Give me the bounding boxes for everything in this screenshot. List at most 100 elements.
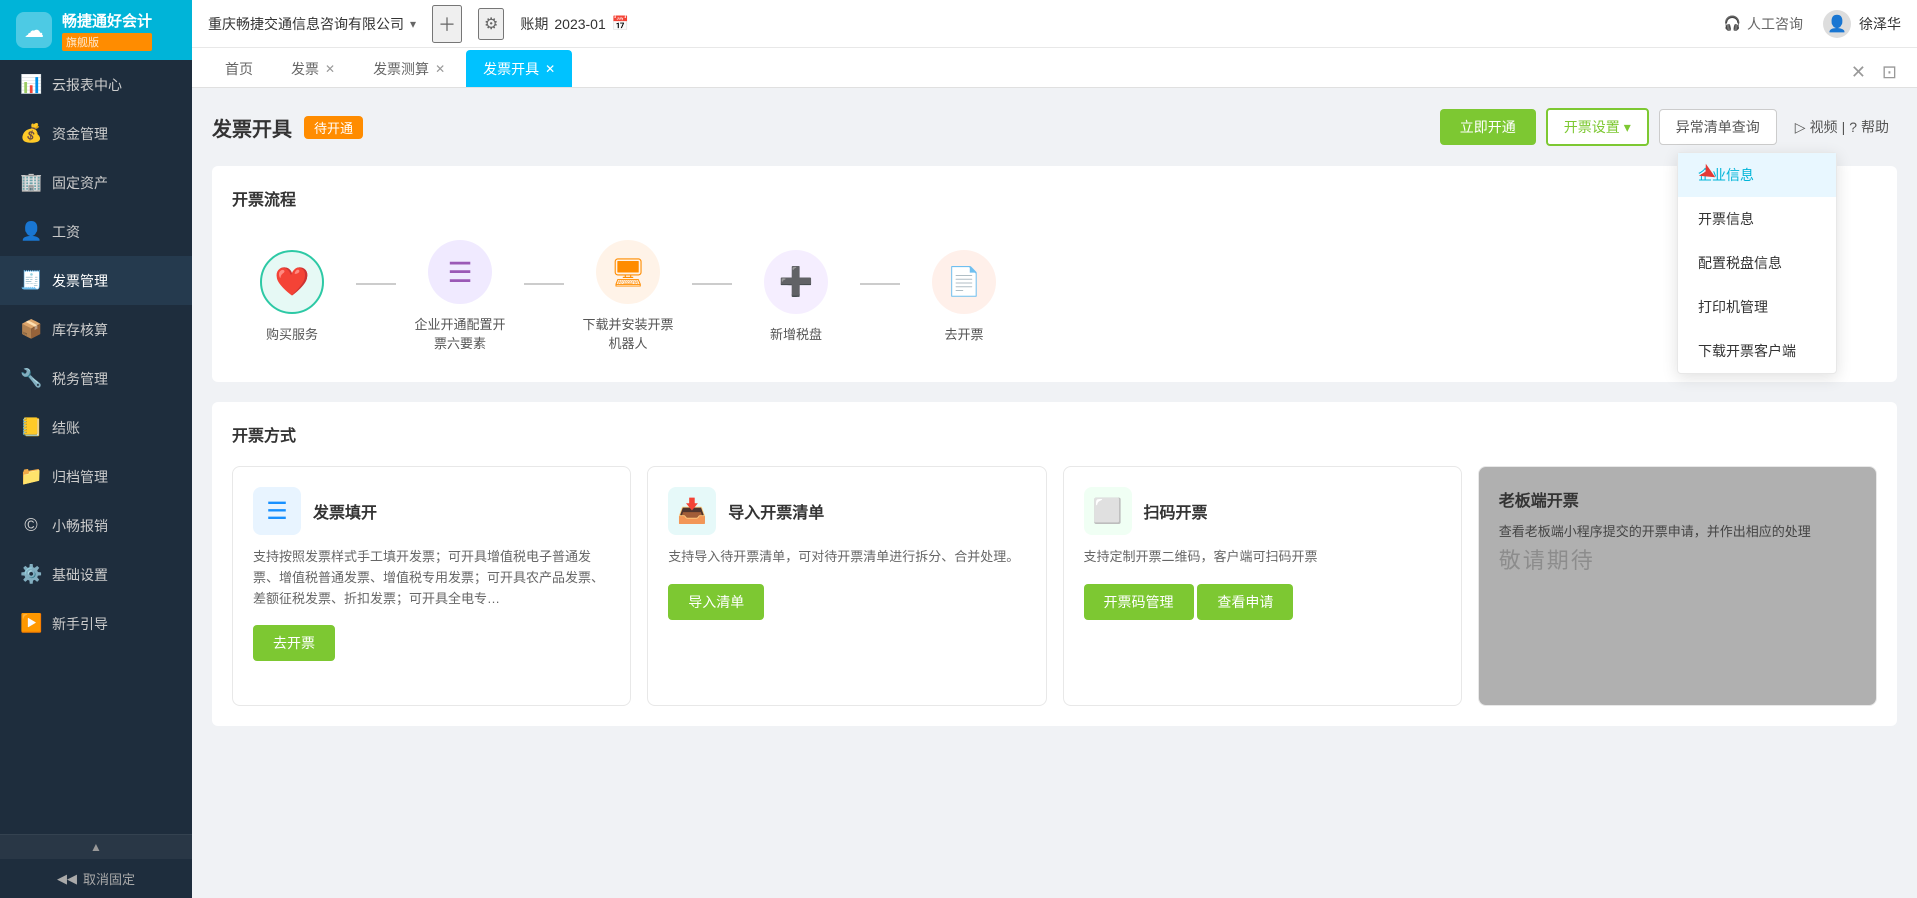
- sidebar-item-icon: 📦: [20, 319, 42, 340]
- step-icon: 🖥: [596, 240, 660, 304]
- payment-card-1: 📥 导入开票清单 支持导入待开票清单，可对待开票清单进行拆分、合并处理。 导入清…: [647, 466, 1046, 706]
- page-actions: 立即开通 开票设置 ▾ 异常清单查询 ▷ 视频 | ? 帮助: [1440, 108, 1897, 146]
- company-selector[interactable]: 重庆畅捷交通信息咨询有限公司 ▾: [208, 14, 416, 34]
- video-button[interactable]: ▷ 视频 | ? 帮助: [1787, 110, 1897, 144]
- sidebar-item-工资[interactable]: 👤 工资: [0, 207, 192, 256]
- user-name: 徐泽华: [1859, 14, 1901, 34]
- tab-close-icon[interactable]: ✕: [545, 62, 555, 76]
- page-content: 发票开具 待开通 立即开通 开票设置 ▾ 异常清单查询 ▷ 视频 | ?: [192, 88, 1917, 898]
- card-btn-2[interactable]: 开票码管理: [1084, 584, 1194, 620]
- dropdown-item-配置税盘信息[interactable]: 配置税盘信息: [1678, 241, 1836, 285]
- sidebar-item-icon: 💰: [20, 123, 42, 144]
- card-btn2-2[interactable]: 查看申请: [1197, 584, 1293, 620]
- sidebar-item-发票管理[interactable]: 🧾 发票管理: [0, 256, 192, 305]
- abnormal-list-button[interactable]: 异常清单查询: [1659, 109, 1777, 145]
- window-buttons: ✕ ⊡: [1847, 58, 1901, 87]
- sidebar-item-label: 发票管理: [52, 271, 108, 291]
- dropdown-item-下载开票客户端[interactable]: 下载开票客户端: [1678, 329, 1836, 373]
- user-avatar: 👤: [1823, 10, 1851, 38]
- sidebar-item-icon: 🏢: [20, 172, 42, 193]
- add-tab-button[interactable]: ＋: [432, 5, 462, 43]
- sidebar-item-库存核算[interactable]: 📦 库存核算: [0, 305, 192, 354]
- sidebar-item-icon: 🔧: [20, 368, 42, 389]
- overlay-text: 敬请期待: [1499, 543, 1856, 575]
- tab-label: 发票测算: [373, 59, 429, 79]
- card-actions-1: 导入清单: [668, 584, 1025, 620]
- sidebar-item-基础设置[interactable]: ⚙️ 基础设置: [0, 550, 192, 599]
- video-label: 视频: [1810, 117, 1838, 137]
- flow-steps: ❤️ 购买服务☰ 企业开通配置开票六要素🖥 下载并安装开票机器人➕ 新增税盘📄 …: [232, 230, 1877, 362]
- payment-card-3: 老板端开票 查看老板端小程序提交的开票申请，并作出相应的处理 敬请期待: [1478, 466, 1877, 706]
- calendar-icon[interactable]: 📅: [612, 15, 629, 32]
- dropdown-item-企业信息[interactable]: 企业信息: [1678, 153, 1836, 197]
- support-button[interactable]: 🎧 人工咨询: [1724, 14, 1803, 34]
- card-desc-2: 支持定制开票二维码，客户端可扫码开票: [1084, 547, 1441, 568]
- sidebar-item-资金管理[interactable]: 💰 资金管理: [0, 109, 192, 158]
- settings-button[interactable]: ⚙: [478, 8, 504, 40]
- card-title-1: 导入开票清单: [728, 499, 824, 523]
- period-label: 账期: [520, 14, 548, 34]
- tab-发票测算[interactable]: 发票测算 ✕: [356, 50, 462, 87]
- payment-cards: ☰ 发票填开 支持按照发票样式手工填开发票；可开具增值税电子普通发票、增值税普通…: [232, 466, 1877, 706]
- flow-step-0: ❤️ 购买服务: [232, 250, 352, 343]
- dropdown-item-开票信息[interactable]: 开票信息: [1678, 197, 1836, 241]
- scroll-up-button[interactable]: ▲: [0, 835, 192, 859]
- step-divider-3: [860, 283, 900, 285]
- cancel-fixed-label: 取消固定: [83, 869, 135, 888]
- sidebar-item-label: 新手引导: [52, 614, 108, 634]
- step-label: 下载并安装开票机器人: [578, 314, 678, 352]
- tab-发票开具[interactable]: 发票开具 ✕: [466, 50, 572, 87]
- sidebar-item-税务管理[interactable]: 🔧 税务管理: [0, 354, 192, 403]
- tab-close-icon[interactable]: ✕: [325, 62, 335, 76]
- sidebar-item-label: 税务管理: [52, 369, 108, 389]
- close-window-button[interactable]: ✕: [1847, 58, 1870, 87]
- step-label: 去开票: [944, 324, 983, 343]
- logo-icon: ☁: [16, 12, 52, 48]
- card-header-2: ⬜ 扫码开票: [1084, 487, 1441, 535]
- sidebar-item-小畅报销[interactable]: © 小畅报销: [0, 501, 192, 550]
- step-icon: ➕: [764, 250, 828, 314]
- sidebar-item-新手引导[interactable]: ▶️ 新手引导: [0, 599, 192, 648]
- fullscreen-button[interactable]: ⊡: [1878, 58, 1901, 87]
- sidebar-item-结账[interactable]: 📒 结账: [0, 403, 192, 452]
- topbar: 重庆畅捷交通信息咨询有限公司 ▾ ＋ ⚙ 账期 2023-01 📅 🎧 人工咨询…: [192, 0, 1917, 48]
- sidebar-item-icon: ▶️: [20, 613, 42, 634]
- cancel-fixed-icon: ◀◀: [57, 871, 77, 887]
- tab-label: 发票开具: [483, 59, 539, 79]
- flow-step-4: 📄 去开票: [904, 250, 1024, 343]
- card-btn-0[interactable]: 去开票: [253, 625, 335, 661]
- card-icon-1: 📥: [668, 487, 716, 535]
- step-icon: ☰: [428, 240, 492, 304]
- tab-首页[interactable]: 首页: [208, 50, 270, 87]
- open-now-button[interactable]: 立即开通: [1440, 109, 1536, 145]
- period-display: 账期 2023-01 📅: [520, 14, 629, 34]
- flow-section-title: 开票流程: [232, 186, 1877, 210]
- step-label: 新增税盘: [770, 324, 822, 343]
- sidebar-item-归档管理[interactable]: 📁 归档管理: [0, 452, 192, 501]
- tab-close-icon[interactable]: ✕: [435, 62, 445, 76]
- sidebar-item-icon: 📁: [20, 466, 42, 487]
- sidebar-nav: 📊 云报表中心💰 资金管理🏢 固定资产👤 工资🧾 发票管理📦 库存核算🔧 税务管…: [0, 60, 192, 834]
- sidebar-item-固定资产[interactable]: 🏢 固定资产: [0, 158, 192, 207]
- flow-section: 开票流程 ❤️ 购买服务☰ 企业开通配置开票六要素🖥 下载并安装开票机器人➕ 新…: [212, 166, 1897, 382]
- dark-card-desc: 查看老板端小程序提交的开票申请，并作出相应的处理: [1499, 521, 1856, 543]
- user-menu[interactable]: 👤 徐泽华: [1823, 10, 1901, 38]
- status-badge: 待开通: [304, 116, 363, 139]
- card-btn-1[interactable]: 导入清单: [668, 584, 764, 620]
- cancel-fixed-button[interactable]: ◀◀ 取消固定: [0, 859, 192, 898]
- page-header: 发票开具 待开通 立即开通 开票设置 ▾ 异常清单查询 ▷ 视频 | ?: [212, 108, 1897, 146]
- tab-发票[interactable]: 发票✕: [274, 50, 352, 87]
- page-title: 发票开具: [212, 113, 292, 142]
- invoice-settings-button[interactable]: 开票设置 ▾: [1546, 108, 1649, 146]
- play-icon: ▷: [1795, 119, 1806, 136]
- tab-label: 首页: [225, 59, 253, 79]
- payment-section-title: 开票方式: [232, 422, 1877, 446]
- sidebar-item-label: 工资: [52, 222, 80, 242]
- flow-step-2: 🖥 下载并安装开票机器人: [568, 240, 688, 352]
- card-desc-1: 支持导入待开票清单，可对待开票清单进行拆分、合并处理。: [668, 547, 1025, 568]
- dropdown-item-打印机管理[interactable]: 打印机管理: [1678, 285, 1836, 329]
- sidebar-item-icon: 🧾: [20, 270, 42, 291]
- sidebar-item-云报表中心[interactable]: 📊 云报表中心: [0, 60, 192, 109]
- sidebar-item-label: 固定资产: [52, 173, 108, 193]
- card-header-1: 📥 导入开票清单: [668, 487, 1025, 535]
